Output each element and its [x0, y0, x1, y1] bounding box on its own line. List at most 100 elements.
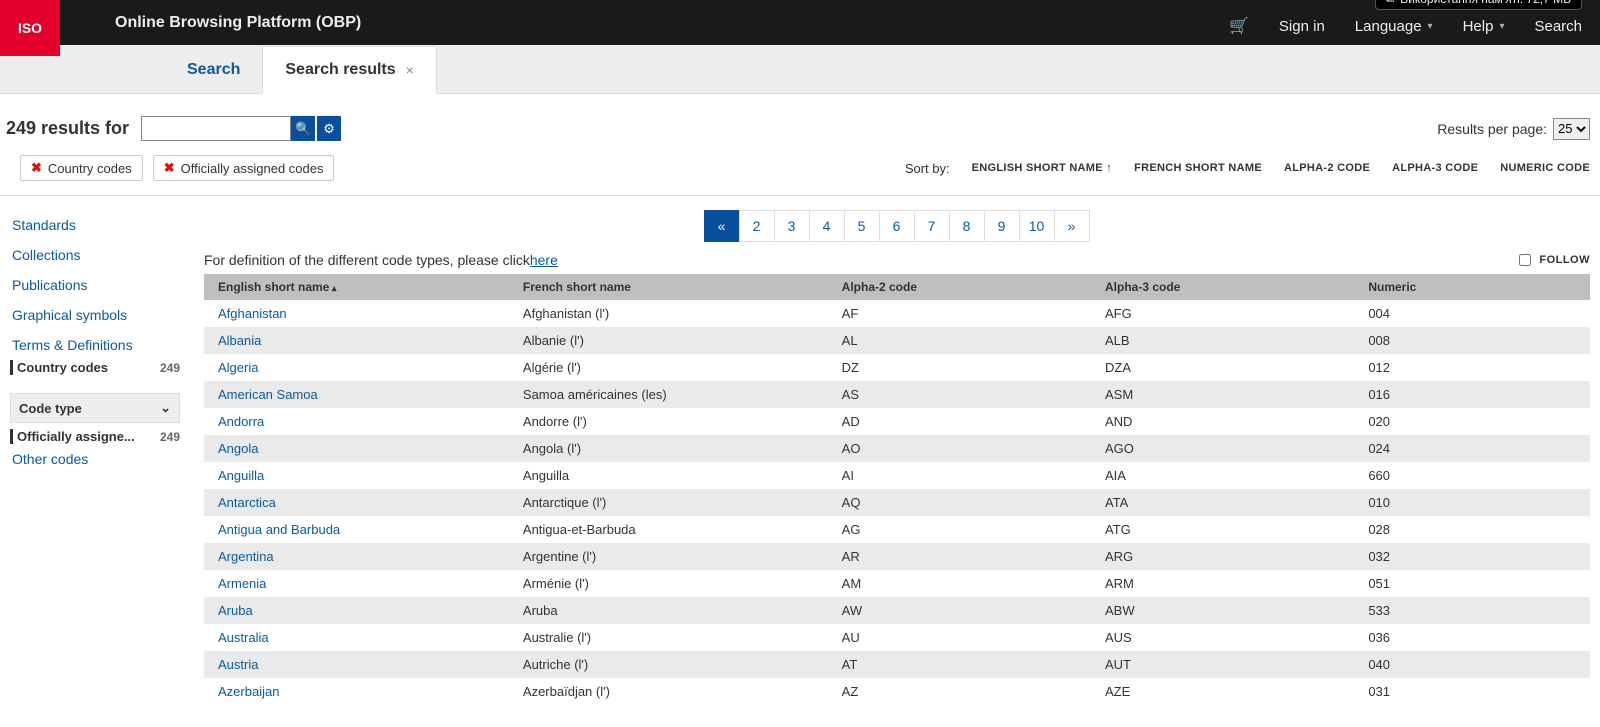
- search-icon: 🔍: [295, 121, 311, 137]
- sidebar-section-code-type[interactable]: Code type ⌄: [10, 393, 180, 423]
- sidebar-item-count: 249: [160, 430, 180, 444]
- cart-icon[interactable]: 🛒: [1229, 16, 1249, 36]
- col-alpha3[interactable]: Alpha-3 code: [1091, 274, 1354, 300]
- table-row: AnguillaAnguillaAIAIA660: [204, 462, 1590, 489]
- cell-english[interactable]: Austria: [204, 651, 509, 678]
- table-body: AfghanistanAfghanistan (l')AFAFG004Alban…: [204, 300, 1590, 705]
- page-5[interactable]: 5: [844, 210, 880, 242]
- help-label: Help: [1463, 18, 1494, 35]
- sort-english-short[interactable]: ENGLISH SHORT NAME: [972, 162, 1112, 174]
- help-menu[interactable]: Help ▾: [1463, 18, 1505, 35]
- language-menu[interactable]: Language ▾: [1355, 18, 1433, 35]
- cell-numeric: 031: [1354, 678, 1590, 705]
- sidebar-item-standards[interactable]: Standards: [10, 210, 180, 240]
- follow-checkbox[interactable]: [1519, 254, 1531, 266]
- cell-english[interactable]: Andorra: [204, 408, 509, 435]
- sort-french-short[interactable]: FRENCH SHORT NAME: [1134, 162, 1262, 174]
- cell-alpha2: AD: [828, 408, 1091, 435]
- table-row: AlbaniaAlbanie (l')ALALB008: [204, 327, 1590, 354]
- cell-numeric: 040: [1354, 651, 1590, 678]
- sort-alpha2[interactable]: ALPHA-2 CODE: [1284, 162, 1370, 174]
- results-header: 249 results for 🔍 ⚙ Results per page: 25: [0, 94, 1600, 149]
- gear-icon: ⚙: [323, 121, 335, 137]
- cell-english[interactable]: Aruba: [204, 597, 509, 624]
- tab-search[interactable]: Search: [165, 47, 262, 93]
- external-icon: ⧉: [1386, 0, 1395, 6]
- sidebar-item-country-codes[interactable]: Country codes 249: [10, 360, 180, 375]
- cell-english[interactable]: Argentina: [204, 543, 509, 570]
- table-row: ArgentinaArgentine (l')ARARG032: [204, 543, 1590, 570]
- col-french[interactable]: French short name: [509, 274, 828, 300]
- sort-alpha3[interactable]: ALPHA-3 CODE: [1392, 162, 1478, 174]
- cell-alpha2: DZ: [828, 354, 1091, 381]
- info-row: For definition of the different code typ…: [204, 252, 1590, 268]
- page-«[interactable]: «: [704, 210, 740, 242]
- cell-english[interactable]: Algeria: [204, 354, 509, 381]
- remove-icon: ✖: [31, 160, 42, 176]
- cell-french: Argentine (l'): [509, 543, 828, 570]
- filter-chip-officially-assigned[interactable]: ✖ Officially assigned codes: [153, 155, 335, 181]
- cell-english[interactable]: Antigua and Barbuda: [204, 516, 509, 543]
- top-header: ISO Online Browsing Platform (OBP) ⧉ Вик…: [0, 0, 1600, 45]
- cell-english[interactable]: Angola: [204, 435, 509, 462]
- cell-english[interactable]: Afghanistan: [204, 300, 509, 327]
- page-4[interactable]: 4: [809, 210, 845, 242]
- page-8[interactable]: 8: [949, 210, 985, 242]
- page-6[interactable]: 6: [879, 210, 915, 242]
- cell-french: Australie (l'): [509, 624, 828, 651]
- cell-alpha2: AO: [828, 435, 1091, 462]
- signin-link[interactable]: Sign in: [1279, 18, 1325, 35]
- cell-alpha2: AT: [828, 651, 1091, 678]
- page-7[interactable]: 7: [914, 210, 950, 242]
- sort-numeric[interactable]: NUMERIC CODE: [1500, 162, 1590, 174]
- tab-search-results[interactable]: Search results ×: [262, 46, 436, 94]
- main-area: Standards Collections Publications Graph…: [0, 196, 1600, 705]
- results-count: 249 results for: [6, 118, 129, 139]
- sidebar-item-officially-assigned[interactable]: Officially assigne... 249: [10, 429, 180, 444]
- col-alpha2[interactable]: Alpha-2 code: [828, 274, 1091, 300]
- sidebar-item-collections[interactable]: Collections: [10, 240, 180, 270]
- sidebar-item-graphical-symbols[interactable]: Graphical symbols: [10, 300, 180, 330]
- filter-chip-country-codes[interactable]: ✖ Country codes: [20, 155, 143, 181]
- cell-alpha3: ASM: [1091, 381, 1354, 408]
- page-3[interactable]: 3: [774, 210, 810, 242]
- top-search-link[interactable]: Search: [1534, 18, 1582, 35]
- cell-english[interactable]: Antarctica: [204, 489, 509, 516]
- page-10[interactable]: 10: [1019, 210, 1055, 242]
- cell-alpha3: ALB: [1091, 327, 1354, 354]
- sidebar-item-publications[interactable]: Publications: [10, 270, 180, 300]
- info-here-link[interactable]: here: [530, 252, 558, 268]
- tab-results-label: Search results: [285, 61, 395, 79]
- cell-alpha3: AFG: [1091, 300, 1354, 327]
- table-row: AfghanistanAfghanistan (l')AFAFG004: [204, 300, 1590, 327]
- search-input[interactable]: [141, 116, 291, 141]
- sidebar-item-other-codes[interactable]: Other codes: [10, 444, 180, 474]
- page-2[interactable]: 2: [739, 210, 775, 242]
- cell-english[interactable]: Australia: [204, 624, 509, 651]
- remove-icon: ✖: [164, 160, 175, 176]
- cell-english[interactable]: American Samoa: [204, 381, 509, 408]
- search-button[interactable]: 🔍: [291, 116, 315, 141]
- cell-numeric: 028: [1354, 516, 1590, 543]
- cell-english[interactable]: Armenia: [204, 570, 509, 597]
- col-numeric[interactable]: Numeric: [1354, 274, 1590, 300]
- cell-alpha2: AZ: [828, 678, 1091, 705]
- top-right-nav: ⧉ Використання пам'яті: 72,7 МБ 🛒 Sign i…: [1229, 9, 1582, 36]
- page-»[interactable]: »: [1054, 210, 1090, 242]
- cell-english[interactable]: Anguilla: [204, 462, 509, 489]
- rpp-select[interactable]: 25: [1553, 118, 1590, 140]
- follow-toggle[interactable]: FOLLOW: [1519, 254, 1590, 266]
- language-label: Language: [1355, 18, 1422, 35]
- sidebar-item-terms[interactable]: Terms & Definitions: [10, 330, 180, 360]
- page-9[interactable]: 9: [984, 210, 1020, 242]
- chip-label: Country codes: [48, 161, 132, 176]
- iso-logo[interactable]: ISO: [0, 0, 60, 56]
- col-english[interactable]: English short name: [204, 274, 509, 300]
- table-row: Antigua and BarbudaAntigua-et-BarbudaAGA…: [204, 516, 1590, 543]
- cell-alpha2: AM: [828, 570, 1091, 597]
- cell-english[interactable]: Albania: [204, 327, 509, 354]
- cell-english[interactable]: Azerbaijan: [204, 678, 509, 705]
- close-icon[interactable]: ×: [406, 62, 414, 78]
- cell-alpha2: AG: [828, 516, 1091, 543]
- search-settings-button[interactable]: ⚙: [317, 116, 341, 141]
